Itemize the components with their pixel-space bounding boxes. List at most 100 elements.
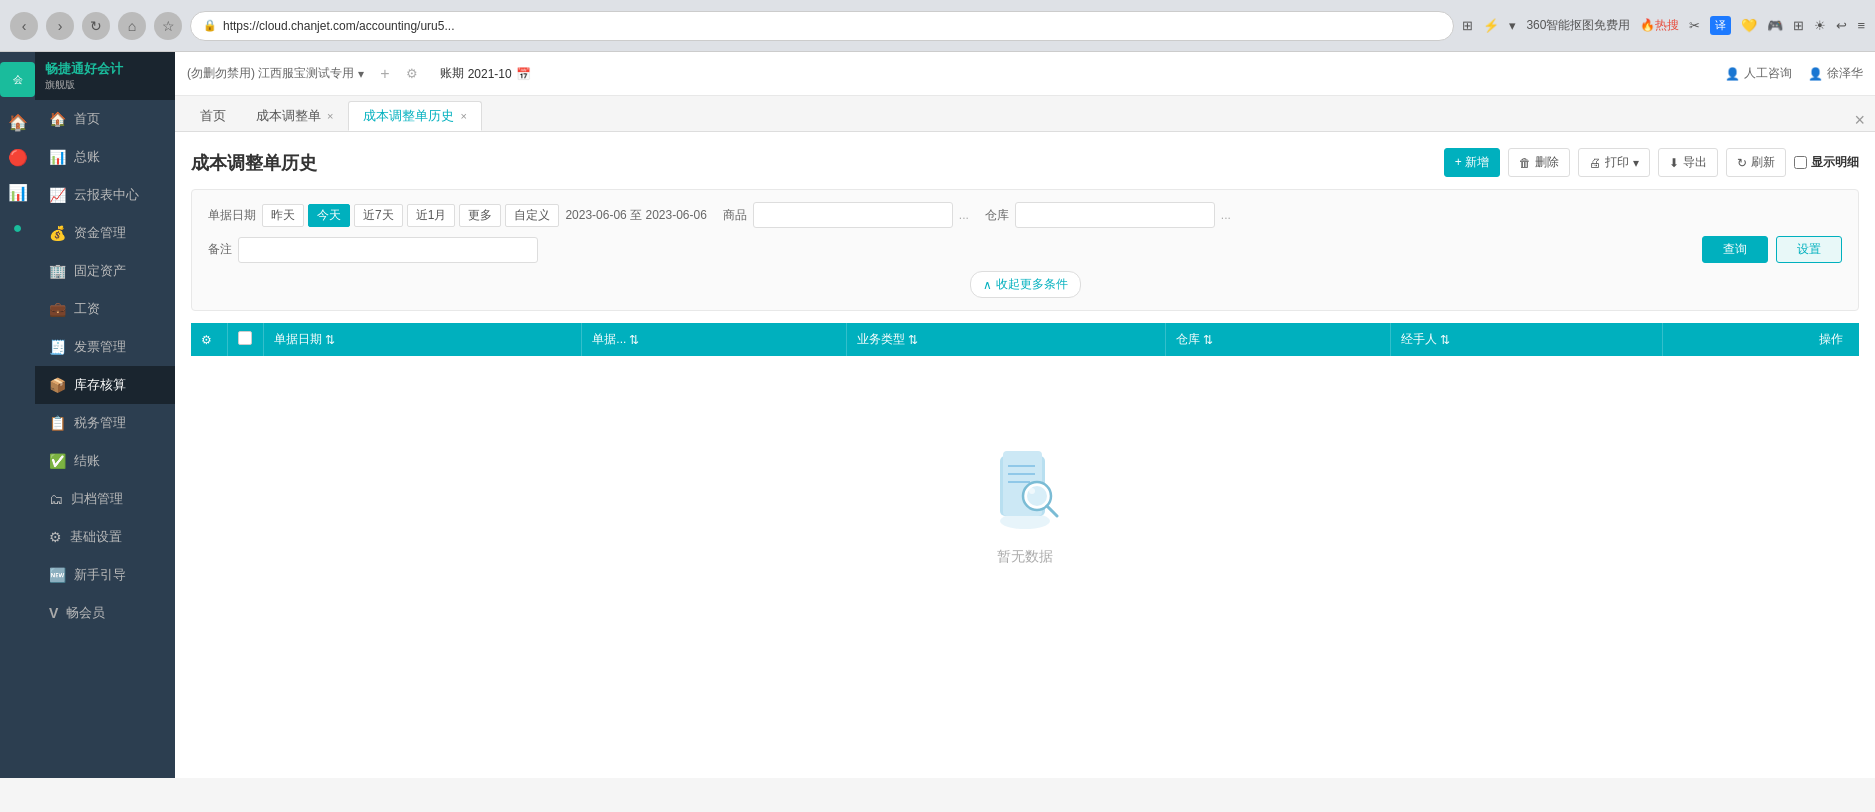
tax-nav-label: 税务管理 xyxy=(74,414,126,432)
sidebar-item-reports[interactable]: 📈 云报表中心 xyxy=(35,176,175,214)
custom-btn[interactable]: 自定义 xyxy=(505,204,559,227)
more-btn[interactable]: 更多 xyxy=(459,204,501,227)
sidebar-item-salary[interactable]: 💼 工资 xyxy=(35,290,175,328)
icon-sidebar-chart[interactable]: 📊 xyxy=(0,175,35,210)
th-biz-type-sort[interactable]: 业务类型 ⇅ xyxy=(857,331,1155,348)
th-checkbox[interactable] xyxy=(227,323,263,356)
user-profile[interactable]: 👤 徐泽华 xyxy=(1808,65,1863,82)
tab-cost-adjust[interactable]: 成本调整单 × xyxy=(241,101,348,131)
quick-search-button[interactable]: 设置 xyxy=(1776,236,1842,263)
last7-btn[interactable]: 近7天 xyxy=(354,204,403,227)
search-tool[interactable]: 360智能抠图免费用 xyxy=(1526,17,1630,34)
print-dropdown-icon[interactable]: ▾ xyxy=(1633,156,1639,170)
print-button[interactable]: 🖨 打印 ▾ xyxy=(1578,148,1650,177)
icon-sidebar-alert[interactable]: 🔴 xyxy=(0,140,35,175)
settlement-nav-icon: ✅ xyxy=(49,453,66,469)
th-warehouse-sort[interactable]: 仓库 ⇅ xyxy=(1176,331,1380,348)
sidebar-item-funds[interactable]: 💰 资金管理 xyxy=(35,214,175,252)
goods-more-btn[interactable]: ... xyxy=(959,208,969,222)
warehouse-more-btn[interactable]: ... xyxy=(1221,208,1231,222)
wallet-icon[interactable]: 💛 xyxy=(1741,18,1757,33)
today-btn[interactable]: 今天 xyxy=(308,204,350,227)
th-number[interactable]: 单据... ⇅ xyxy=(582,323,846,356)
close-panel-button[interactable]: × xyxy=(1854,110,1865,131)
sidebar-item-archive[interactable]: 🗂 归档管理 xyxy=(35,480,175,518)
th-biz-type-label: 业务类型 xyxy=(857,331,905,348)
goods-filter-input[interactable] xyxy=(753,202,953,228)
export-button[interactable]: ⬇ 导出 xyxy=(1658,148,1718,177)
show-detail-input[interactable] xyxy=(1794,156,1807,169)
sidebar-item-tax[interactable]: 📋 税务管理 xyxy=(35,404,175,442)
tab-cost-adjust-history-close[interactable]: × xyxy=(460,110,466,122)
sidebar-item-inventory[interactable]: 📦 库存核算 xyxy=(35,366,175,404)
show-detail-checkbox[interactable]: 显示明细 xyxy=(1794,154,1859,171)
table-settings-icon[interactable]: ⚙ xyxy=(201,333,212,347)
grid-icon[interactable]: ⊞ xyxy=(1462,18,1473,33)
apps-icon[interactable]: ⊞ xyxy=(1793,18,1804,33)
sidebar-item-ledger[interactable]: 📊 总账 xyxy=(35,138,175,176)
vip-nav-label: 畅会员 xyxy=(66,604,105,622)
sidebar-item-invoice[interactable]: 🧾 发票管理 xyxy=(35,328,175,366)
scissors-icon[interactable]: ✂ xyxy=(1689,18,1700,33)
menu-icon[interactable]: ≡ xyxy=(1857,18,1865,33)
sidebar-item-vip[interactable]: V 畅会员 xyxy=(35,594,175,632)
sidebar-item-settlement[interactable]: ✅ 结账 xyxy=(35,442,175,480)
game-icon[interactable]: 🎮 xyxy=(1767,18,1783,33)
company-dropdown-icon[interactable]: ▾ xyxy=(358,67,364,81)
warehouse-filter-input[interactable] xyxy=(1015,202,1215,228)
icon-sidebar-app[interactable]: 会 xyxy=(0,62,35,97)
select-all-checkbox[interactable] xyxy=(238,331,252,345)
lightning-icon[interactable]: ⚡ xyxy=(1483,18,1499,33)
home-button[interactable]: ⌂ xyxy=(118,12,146,40)
tab-cost-adjust-close[interactable]: × xyxy=(327,110,333,122)
tab-cost-adjust-history[interactable]: 成本调整单历史 × xyxy=(348,101,481,131)
history-icon[interactable]: ↩ xyxy=(1836,18,1847,33)
th-biz-type[interactable]: 业务类型 ⇅ xyxy=(846,323,1165,356)
icon-sidebar-home[interactable]: 🏠 xyxy=(0,105,35,140)
th-number-sort[interactable]: 单据... ⇅ xyxy=(592,331,835,348)
sidebar-item-home[interactable]: 🏠 首页 xyxy=(35,100,175,138)
th-operator[interactable]: 经手人 ⇅ xyxy=(1391,323,1663,356)
refresh-button[interactable]: ↻ 刷新 xyxy=(1726,148,1786,177)
forward-button[interactable]: › xyxy=(46,12,74,40)
sidebar-item-settings[interactable]: ⚙ 基础设置 xyxy=(35,518,175,556)
search-button[interactable]: 查询 xyxy=(1702,236,1768,263)
settings-wheel-icon[interactable]: ⚙ xyxy=(406,66,418,81)
sidebar-item-guide[interactable]: 🆕 新手引导 xyxy=(35,556,175,594)
content-area: 成本调整单历史 + 新增 🗑 删除 🖨 打印 ▾ ⬇ 导出 xyxy=(175,132,1875,778)
icon-sidebar-active[interactable]: ● xyxy=(0,210,35,245)
th-date[interactable]: 单据日期 ⇅ xyxy=(263,323,582,356)
sidebar-item-assets[interactable]: 🏢 固定资产 xyxy=(35,252,175,290)
add-company-button[interactable]: + xyxy=(370,60,399,88)
back-button[interactable]: ‹ xyxy=(10,12,38,40)
th-warehouse[interactable]: 仓库 ⇅ xyxy=(1165,323,1390,356)
customer-service-link[interactable]: 👤 人工咨询 xyxy=(1725,65,1792,82)
dropdown-icon[interactable]: ▾ xyxy=(1509,18,1516,33)
add-button[interactable]: + 新增 xyxy=(1444,148,1500,177)
collapse-filter-btn[interactable]: ∧ 收起更多条件 xyxy=(970,271,1081,298)
tab-home[interactable]: 首页 xyxy=(185,101,241,131)
sort-icon-operator: ⇅ xyxy=(1440,333,1450,347)
star-button[interactable]: ☆ xyxy=(154,12,182,40)
period-selector[interactable]: 账期 2021-10 📅 xyxy=(440,65,531,82)
calendar-icon[interactable]: 📅 xyxy=(516,67,531,81)
delete-button[interactable]: 🗑 删除 xyxy=(1508,148,1570,177)
refresh-button[interactable]: ↻ xyxy=(82,12,110,40)
yesterday-btn[interactable]: 昨天 xyxy=(262,204,304,227)
empty-state: 暂无数据 xyxy=(191,356,1859,646)
home-nav-icon: 🏠 xyxy=(49,111,66,127)
url-text: https://cloud.chanjet.com/accounting/uru… xyxy=(223,19,454,33)
ledger-nav-icon: 📊 xyxy=(49,149,66,165)
company-selector[interactable]: (勿删勿禁用) 江西服宝测试专用 ▾ xyxy=(187,65,364,82)
app-logo: 畅捷通好会计 xyxy=(45,60,165,78)
th-date-sort[interactable]: 单据日期 ⇅ xyxy=(274,331,572,348)
theme-icon[interactable]: ☀ xyxy=(1814,18,1826,33)
th-operator-sort[interactable]: 经手人 ⇅ xyxy=(1401,331,1652,348)
address-bar[interactable]: 🔒 https://cloud.chanjet.com/accounting/u… xyxy=(190,11,1454,41)
last-month-btn[interactable]: 近1月 xyxy=(407,204,456,227)
note-filter-input[interactable] xyxy=(238,237,538,263)
app-layout: 会 🏠 🔴 📊 ● 畅捷通好会计 旗舰版 🏠 首页 📊 总账 📈 云报表中心 xyxy=(0,52,1875,778)
th-settings[interactable]: ⚙ xyxy=(191,323,227,356)
table-header: ⚙ 单据日期 ⇅ 单据... xyxy=(191,323,1859,356)
translate-icon[interactable]: 译 xyxy=(1710,16,1731,35)
